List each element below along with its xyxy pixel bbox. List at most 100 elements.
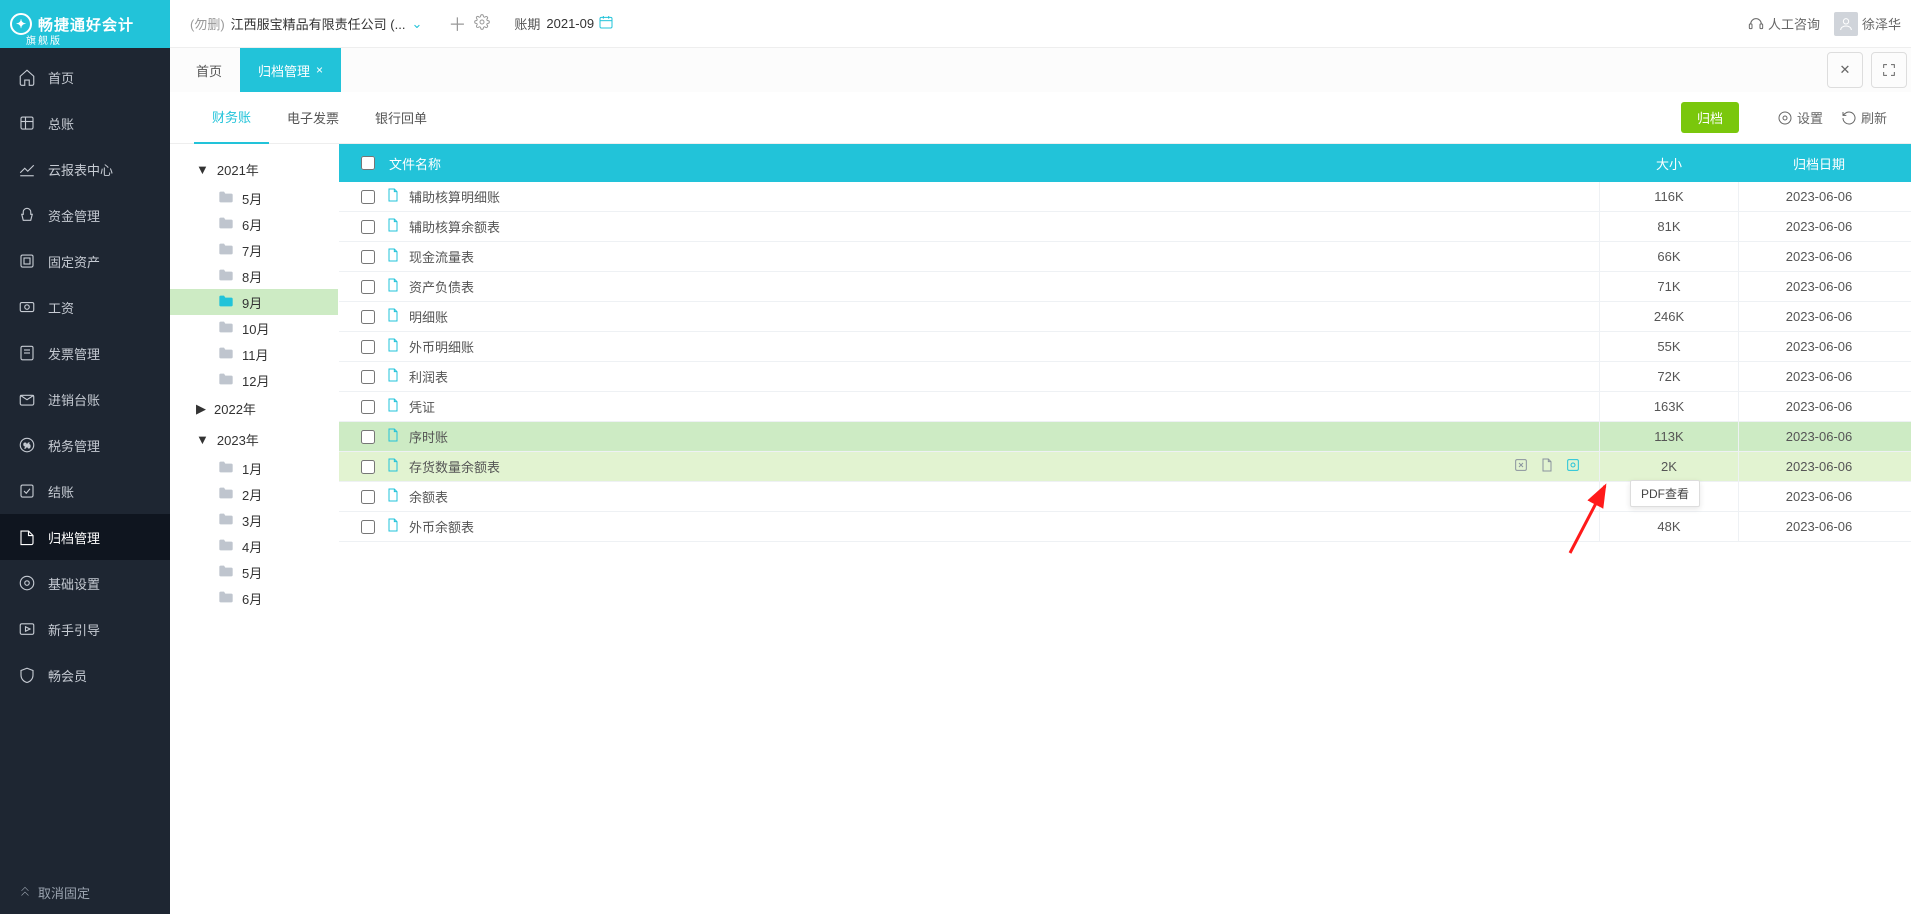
file-icon (385, 187, 401, 206)
tab-close-button[interactable]: ✕ (1827, 52, 1863, 88)
sec-tab-einvoice[interactable]: 电子发票 (269, 92, 357, 144)
row-checkbox[interactable] (361, 490, 375, 504)
nav-item-2[interactable]: 云报表中心 (0, 146, 170, 192)
download-pdf-icon[interactable] (1539, 457, 1555, 476)
file-icon (385, 427, 401, 446)
table-row[interactable]: 外币余额表48K2023-06-06 (339, 512, 1911, 542)
tree-month[interactable]: 6月 (170, 211, 338, 237)
tree-month[interactable]: 11月 (170, 341, 338, 367)
row-checkbox[interactable] (361, 190, 375, 204)
tree-month[interactable]: 8月 (170, 263, 338, 289)
table-row[interactable]: 辅助核算明细账116K2023-06-06 (339, 182, 1911, 212)
col-name: 文件名称 (385, 154, 1599, 173)
secondary-toolbar: 财务账 电子发票 银行回单 归档 设置 刷新 (170, 92, 1911, 144)
month-label: 1月 (242, 459, 262, 478)
month-label: 8月 (242, 267, 262, 286)
row-checkbox[interactable] (361, 250, 375, 264)
nav-item-12[interactable]: 新手引导 (0, 606, 170, 652)
tree-month[interactable]: 7月 (170, 237, 338, 263)
row-checkbox[interactable] (361, 400, 375, 414)
nav-icon (18, 252, 36, 270)
nav-item-5[interactable]: 工资 (0, 284, 170, 330)
sec-tab-finance[interactable]: 财务账 (194, 92, 269, 144)
month-label: 9月 (242, 293, 262, 312)
download-excel-icon[interactable] (1513, 457, 1529, 476)
year-label: 2021年 (217, 160, 259, 179)
nav-item-13[interactable]: 畅会员 (0, 652, 170, 698)
tabstrip: 首页 归档管理 × ✕ (170, 48, 1911, 92)
row-checkbox[interactable] (361, 220, 375, 234)
nav-item-4[interactable]: 固定资产 (0, 238, 170, 284)
company-prefix: (勿删) (190, 14, 225, 33)
table-row[interactable]: 序时账113K2023-06-06 (339, 422, 1911, 452)
company-settings-button[interactable] (474, 14, 490, 33)
tree-month[interactable]: 3月 (170, 507, 338, 533)
tree-month[interactable]: 12月 (170, 367, 338, 393)
month-label: 6月 (242, 589, 262, 608)
row-checkbox[interactable] (361, 310, 375, 324)
tree-month[interactable]: 4月 (170, 533, 338, 559)
tab-archive[interactable]: 归档管理 × (240, 48, 341, 92)
support-button[interactable]: 人工咨询 (1748, 14, 1820, 33)
add-company-button[interactable]: ＋ (448, 11, 466, 37)
row-checkbox[interactable] (361, 340, 375, 354)
nav-item-0[interactable]: 首页 (0, 54, 170, 100)
file-icon (385, 247, 401, 266)
nav-item-9[interactable]: 结账 (0, 468, 170, 514)
table-row[interactable]: 辅助核算余额表81K2023-06-06 (339, 212, 1911, 242)
nav-item-8[interactable]: %税务管理 (0, 422, 170, 468)
tree-month[interactable]: 9月 (170, 289, 338, 315)
nav-item-3[interactable]: 资金管理 (0, 192, 170, 238)
tab-home[interactable]: 首页 (178, 48, 240, 92)
select-all-checkbox[interactable] (361, 156, 375, 170)
table-row[interactable]: 凭证163K2023-06-06 (339, 392, 1911, 422)
tree-month[interactable]: 5月 (170, 559, 338, 585)
file-icon (385, 307, 401, 326)
file-size: 81K (1599, 212, 1739, 241)
refresh-button[interactable]: 刷新 (1841, 108, 1887, 127)
month-label: 4月 (242, 537, 262, 556)
support-label: 人工咨询 (1768, 14, 1820, 33)
calendar-icon[interactable] (598, 14, 614, 33)
table-row[interactable]: 存货数量余额表2K2023-06-06 (339, 452, 1911, 482)
tree-month[interactable]: 1月 (170, 455, 338, 481)
table-row[interactable]: 明细账246K2023-06-06 (339, 302, 1911, 332)
archive-button[interactable]: 归档 (1681, 102, 1739, 133)
unpin-button[interactable]: 取消固定 (0, 870, 170, 914)
folder-icon (218, 486, 234, 503)
sec-tab-bankreceipt[interactable]: 银行回单 (357, 92, 445, 144)
close-icon[interactable]: × (316, 63, 323, 77)
nav-item-11[interactable]: 基础设置 (0, 560, 170, 606)
company-selector[interactable]: (勿删) 江西服宝精品有限责任公司 (... ⌄ (190, 14, 422, 33)
row-checkbox[interactable] (361, 460, 375, 474)
tree-month[interactable]: 5月 (170, 185, 338, 211)
file-size: 72K (1599, 362, 1739, 391)
row-checkbox[interactable] (361, 430, 375, 444)
fullscreen-button[interactable] (1871, 52, 1907, 88)
row-checkbox[interactable] (361, 280, 375, 294)
tree-month[interactable]: 6月 (170, 585, 338, 611)
file-icon (385, 517, 401, 536)
period-value: 2021-09 (546, 16, 594, 31)
table-row[interactable]: 现金流量表66K2023-06-06 (339, 242, 1911, 272)
nav-item-7[interactable]: 进销台账 (0, 376, 170, 422)
row-checkbox[interactable] (361, 520, 375, 534)
row-checkbox[interactable] (361, 370, 375, 384)
file-date: 2023-06-06 (1739, 189, 1899, 204)
nav-item-1[interactable]: 总账 (0, 100, 170, 146)
table-row[interactable]: 外币明细账55K2023-06-06 (339, 332, 1911, 362)
file-date: 2023-06-06 (1739, 339, 1899, 354)
user-menu[interactable]: 徐泽华 (1834, 12, 1901, 36)
tree-year[interactable]: ▼2021年 (170, 154, 338, 185)
month-label: 2月 (242, 485, 262, 504)
settings-button[interactable]: 设置 (1777, 108, 1823, 127)
tree-month[interactable]: 10月 (170, 315, 338, 341)
tree-year[interactable]: ▼2023年 (170, 424, 338, 455)
nav-item-6[interactable]: 发票管理 (0, 330, 170, 376)
view-pdf-icon[interactable] (1565, 457, 1581, 476)
tree-month[interactable]: 2月 (170, 481, 338, 507)
table-row[interactable]: 资产负债表71K2023-06-06 (339, 272, 1911, 302)
table-row[interactable]: 利润表72K2023-06-06 (339, 362, 1911, 392)
nav-item-10[interactable]: 归档管理 (0, 514, 170, 560)
tree-year[interactable]: ▶2022年 (170, 393, 338, 424)
